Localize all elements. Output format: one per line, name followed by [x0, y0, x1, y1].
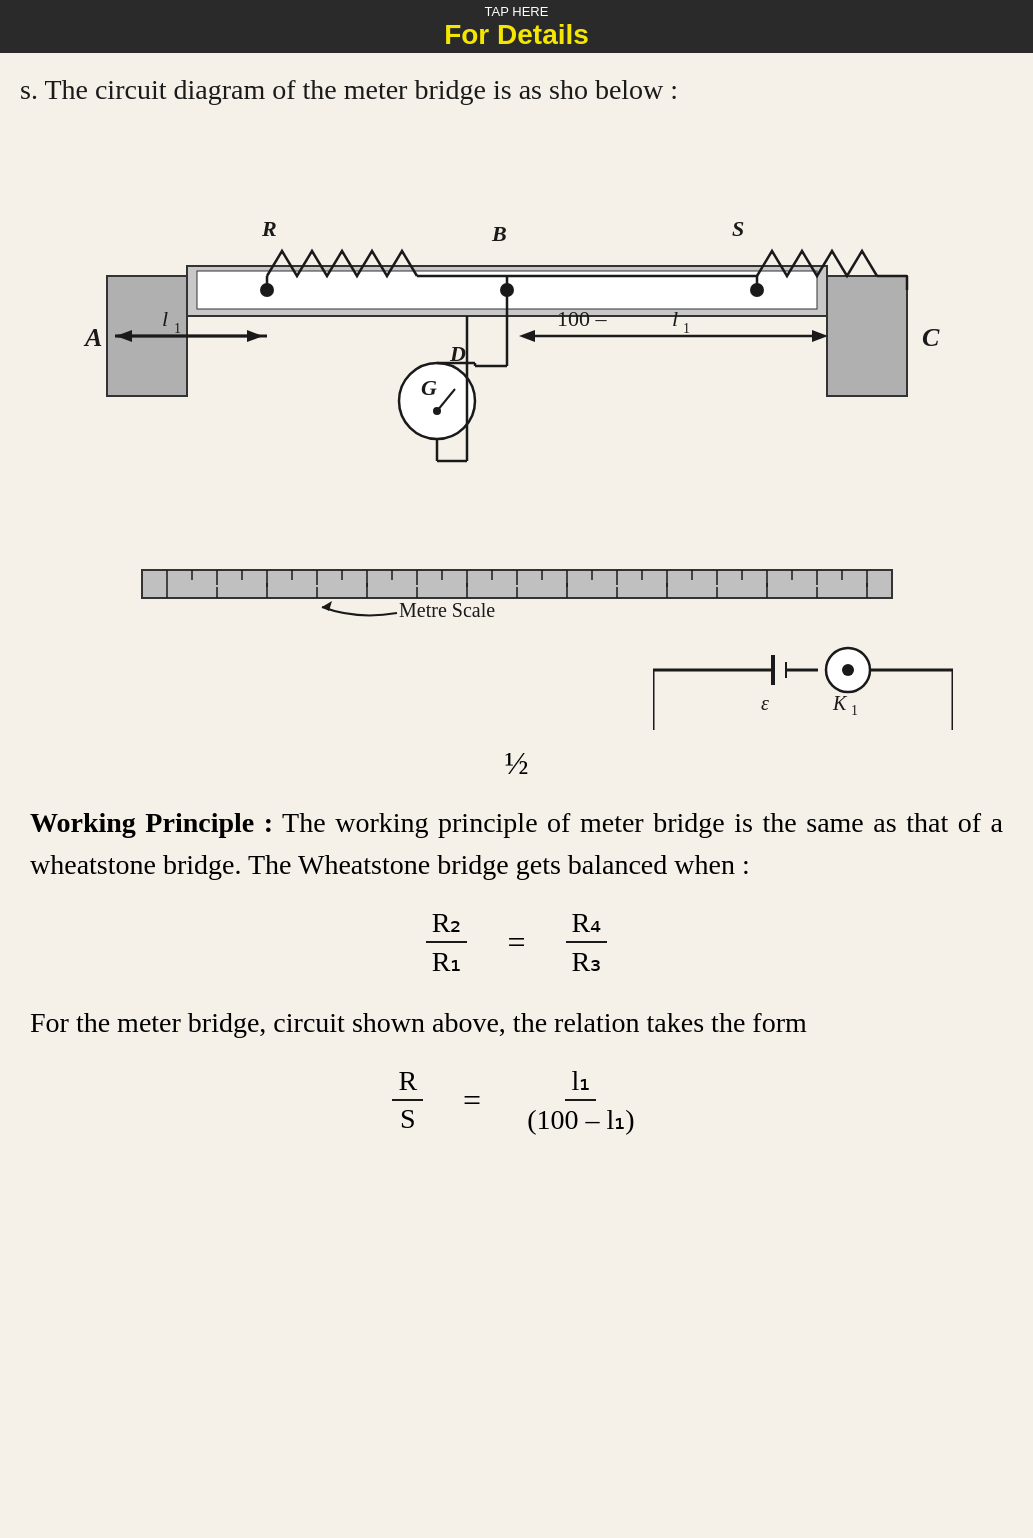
svg-text:100 –: 100 –: [557, 306, 608, 331]
svg-text:S: S: [732, 216, 744, 241]
r1-denominator: R₁: [426, 943, 468, 978]
svg-marker-21: [812, 330, 828, 342]
formula2-intro-text: For the meter bridge, circuit shown abov…: [20, 1002, 1013, 1044]
battery-switch-section: ε K 1: [20, 635, 1013, 735]
100-l1-denominator: (100 – l₁): [521, 1101, 640, 1136]
r2-numerator: R₂: [426, 906, 468, 943]
svg-text:B: B: [491, 221, 507, 246]
svg-point-96: [842, 664, 854, 676]
r4-over-r3: R₄ R₃: [566, 906, 608, 978]
r-over-s: R S: [392, 1065, 423, 1135]
svg-text:l: l: [672, 306, 678, 331]
svg-point-26: [433, 407, 441, 415]
svg-text:C: C: [922, 323, 940, 352]
svg-text:K: K: [832, 692, 848, 714]
svg-text:1: 1: [851, 703, 858, 718]
svg-text:R: R: [261, 216, 277, 241]
r4-numerator: R₄: [566, 906, 608, 943]
r2-over-r1: R₂ R₁: [426, 906, 468, 978]
formula1-display: R₂ R₁ = R₄ R₃: [20, 906, 1013, 978]
svg-text:A: A: [83, 323, 102, 352]
metre-scale-svg: Metre Scale: [137, 565, 897, 625]
formula1-equals: =: [507, 924, 525, 961]
l1-over-100-l1: l₁ (100 – l₁): [521, 1064, 640, 1136]
formula2-equals: =: [463, 1082, 481, 1119]
svg-point-23: [399, 363, 475, 439]
tap-here-big-text: For Details: [0, 19, 1033, 51]
svg-text:G: G: [421, 375, 437, 400]
half-fraction: ½: [20, 745, 1013, 782]
problem-statement: s. The circuit diagram of the meter brid…: [20, 70, 1013, 109]
svg-text:ε: ε: [761, 692, 769, 714]
s-denominator: S: [394, 1101, 422, 1135]
l1-numerator: l₁: [565, 1064, 596, 1101]
circuit-diagram-svg: A C l 1 D 100 –: [67, 121, 967, 541]
battery-switch-svg: ε K 1: [653, 635, 953, 735]
r3-denominator: R₃: [566, 943, 608, 978]
svg-text:1: 1: [174, 321, 181, 336]
tap-here-small-text: TAP HERE: [0, 4, 1033, 19]
circuit-diagram-container: A C l 1 D 100 –: [20, 121, 1013, 545]
working-principle-bold: Working Principle :: [30, 807, 273, 838]
svg-marker-20: [519, 330, 535, 342]
svg-text:Metre Scale: Metre Scale: [399, 599, 495, 621]
svg-marker-13: [247, 330, 263, 342]
svg-rect-1: [827, 276, 907, 396]
svg-text:l: l: [162, 306, 168, 331]
svg-text:1: 1: [683, 321, 690, 336]
metre-scale-section: Metre Scale: [137, 565, 897, 625]
tap-here-banner[interactable]: TAP HERE For Details: [0, 0, 1033, 53]
r-numerator: R: [392, 1065, 423, 1101]
rs-formula-display: R S = l₁ (100 – l₁): [20, 1064, 1013, 1136]
working-principle-text: Working Principle : The working principl…: [20, 802, 1013, 886]
